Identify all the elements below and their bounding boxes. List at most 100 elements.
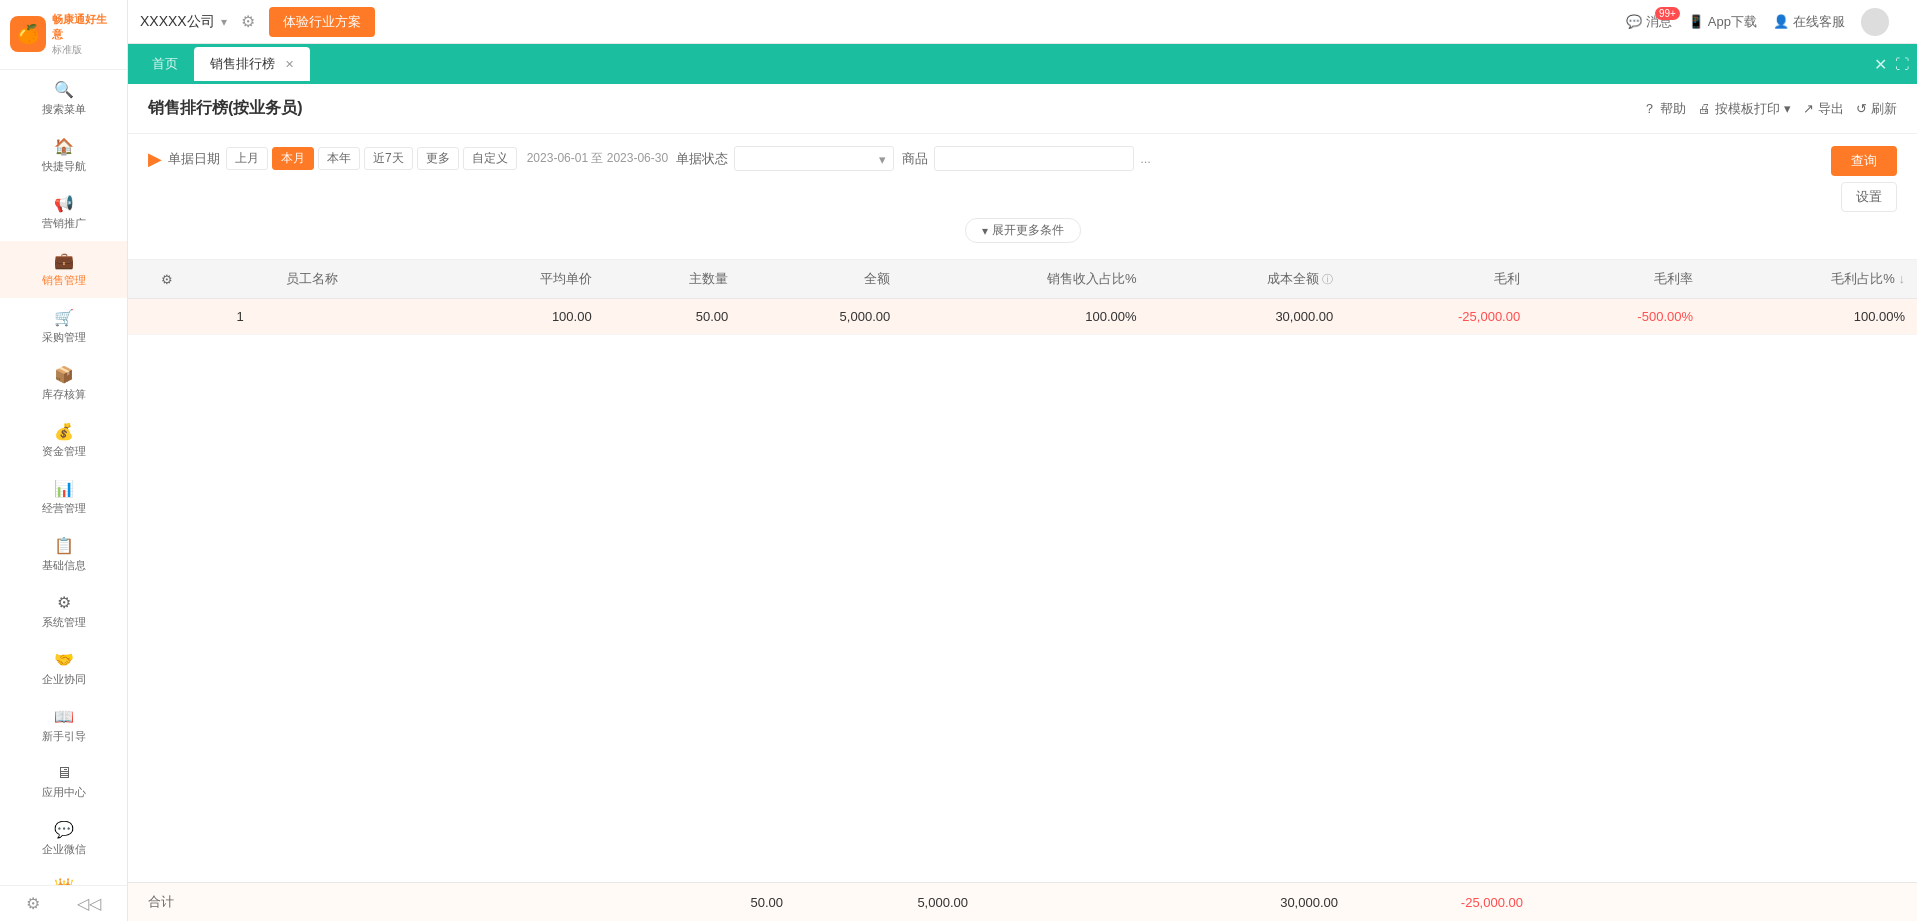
sidebar-item-label: 系统管理 (42, 615, 86, 630)
sidebar-item-企业协同[interactable]: 🤝 企业协同 (0, 640, 127, 697)
sidebar-item-label: 应用中心 (42, 785, 86, 800)
filter-settings-button[interactable]: 设置 (1841, 182, 1897, 212)
date-filter: ▶ 单据日期 上月 本月 本年 近7天 更多 自定义 2023-06-01 至 … (148, 147, 668, 170)
message-icon: 💬 (1626, 14, 1642, 29)
page-header: 销售排行榜(按业务员) ？ 帮助 🖨 按模板打印 ▾ ↗ 导出 (128, 84, 1917, 134)
message-button[interactable]: 💬 消息 99+ (1626, 13, 1672, 31)
footer-cost: 30,000.00 (1165, 895, 1350, 910)
sidebar-item-资金管理[interactable]: 💰 资金管理 (0, 412, 127, 469)
tabbar-close-icon[interactable]: ✕ (1874, 55, 1887, 74)
sidebar-item-快捷导航[interactable]: 🏠 快捷导航 (0, 127, 127, 184)
goods-input[interactable] (934, 146, 1134, 171)
filter-bar: ▶ 单据日期 上月 本月 本年 近7天 更多 自定义 2023-06-01 至 … (128, 134, 1917, 260)
sidebar-icon: 📋 (54, 536, 74, 555)
topbar: XXXXX公司 ▾ ⚙ 体验行业方案 💬 消息 99+ 📱 App下载 👤 在线… (128, 0, 1917, 44)
export-button[interactable]: ↗ 导出 (1803, 100, 1844, 118)
sidebar-item-应用中心[interactable]: 🖥 应用中心 (0, 754, 127, 810)
filter-actions: 查询 设置 (1831, 146, 1897, 212)
tab-close-icon[interactable]: ✕ (285, 58, 294, 71)
goods-filter: 商品 ... (902, 146, 1151, 171)
service-label: 在线客服 (1793, 13, 1845, 31)
date-label: 单据日期 (168, 150, 220, 168)
company-dropdown-icon: ▾ (221, 15, 227, 29)
cell-settings (128, 299, 206, 335)
sidebar-item-label: 搜索菜单 (42, 102, 86, 117)
sidebar-item-销售管理[interactable]: 💼 销售管理 (0, 241, 127, 298)
avatar[interactable] (1861, 8, 1889, 36)
footer-name (240, 895, 425, 910)
sidebar-item-label: 资金管理 (42, 444, 86, 459)
sidebar-item-新手引导[interactable]: 📖 新手引导 (0, 697, 127, 754)
status-select-wrapper (734, 146, 894, 171)
logo-text: 畅康通好生意 (52, 12, 117, 43)
tabbar-right: ✕ ⛶ (1874, 55, 1909, 74)
sidebar-item-库存核算[interactable]: 📦 库存核算 (0, 355, 127, 412)
sidebar-item-基础信息[interactable]: 📋 基础信息 (0, 526, 127, 583)
sidebar-item-系统管理[interactable]: ⚙ 系统管理 (0, 583, 127, 640)
filter-expand-row: ▾ 展开更多条件 (148, 212, 1897, 247)
date-btn-this-month[interactable]: 本月 (272, 147, 314, 170)
sidebar-item-搜索菜单[interactable]: 🔍 搜索菜单 (0, 70, 127, 127)
page-title: 销售排行榜(按业务员) (148, 98, 303, 119)
expand-icon: ▾ (982, 224, 988, 238)
sidebar-item-企业微信[interactable]: 💬 企业微信 (0, 810, 127, 867)
sidebar-icon: 🛒 (54, 308, 74, 327)
footer-label: 合计 (140, 893, 220, 911)
sidebar-item-label: 采购管理 (42, 330, 86, 345)
company-name: XXXXX公司 (140, 13, 215, 31)
date-btn-this-year[interactable]: 本年 (318, 147, 360, 170)
footer-qty: 50.00 (610, 895, 795, 910)
help-button[interactable]: ？ 帮助 (1643, 100, 1686, 118)
refresh-button[interactable]: ↺ 刷新 (1856, 100, 1897, 118)
expand-more-button[interactable]: ▾ 展开更多条件 (965, 218, 1081, 243)
cell-index: 1 (206, 299, 274, 335)
date-buttons: 上月 本月 本年 近7天 更多 自定义 (226, 147, 517, 170)
topbar-settings-icon[interactable]: ⚙ (241, 12, 255, 31)
goods-label: 商品 (902, 150, 928, 168)
status-select[interactable] (734, 146, 894, 171)
query-button[interactable]: 查询 (1831, 146, 1897, 176)
trial-button[interactable]: 体验行业方案 (269, 7, 375, 37)
sidebar-item-label: 销售管理 (42, 273, 86, 288)
ellipsis-icon[interactable]: ... (1140, 151, 1151, 166)
date-range: 2023-06-01 至 2023-06-30 (527, 150, 668, 167)
message-badge: 99+ (1655, 7, 1680, 20)
tabbar-expand-icon[interactable]: ⛶ (1895, 56, 1909, 72)
sidebar-item-经营管理[interactable]: 📊 经营管理 (0, 469, 127, 526)
cell-avg-price: 100.00 (439, 299, 604, 335)
logo-sub: 标准版 (52, 43, 117, 57)
date-btn-more[interactable]: 更多 (417, 147, 459, 170)
sidebar-settings-icon[interactable]: ⚙ (26, 894, 40, 913)
sidebar-icon: 🔍 (54, 80, 74, 99)
sidebar-menu: 🔍 搜索菜单 🏠 快捷导航 📢 营销推广 💼 销售管理 🛒 采购管理 📦 库存核… (0, 70, 127, 885)
col-settings[interactable]: ⚙ (128, 260, 206, 299)
sidebar-item-畅会员[interactable]: 👑 畅会员 (0, 867, 127, 885)
app-download-button[interactable]: 📱 App下载 (1688, 13, 1757, 31)
tab-home[interactable]: 首页 (136, 47, 194, 81)
sidebar-bottom: ⚙ ◁◁ (0, 885, 127, 921)
company-selector[interactable]: XXXXX公司 ▾ (140, 13, 227, 31)
tab-sales-rank[interactable]: 销售排行榜 ✕ (194, 47, 310, 81)
print-button[interactable]: 🖨 按模板打印 ▾ (1698, 100, 1791, 118)
sidebar-icon: 📢 (54, 194, 74, 213)
online-service-button[interactable]: 👤 在线客服 (1773, 13, 1845, 31)
sidebar-collapse-icon[interactable]: ◁◁ (77, 894, 101, 913)
status-label: 单据状态 (676, 150, 728, 168)
print-dropdown-icon: ▾ (1784, 101, 1791, 116)
sidebar-item-营销推广[interactable]: 📢 营销推广 (0, 184, 127, 241)
sidebar-item-label: 企业协同 (42, 672, 86, 687)
date-btn-last-month[interactable]: 上月 (226, 147, 268, 170)
sidebar-item-采购管理[interactable]: 🛒 采购管理 (0, 298, 127, 355)
sidebar-icon: 📊 (54, 479, 74, 498)
filter-arrow-icon[interactable]: ▶ (148, 148, 162, 170)
col-qty: 主数量 (604, 260, 741, 299)
date-btn-custom[interactable]: 自定义 (463, 147, 517, 170)
service-icon: 👤 (1773, 14, 1789, 29)
table-header-row: ⚙ 员工名称 平均单价 主数量 全额 销售收入占比% 成本全额 ⓘ 毛利 毛利率… (128, 260, 1917, 299)
date-btn-7days[interactable]: 近7天 (364, 147, 413, 170)
refresh-icon: ↺ (1856, 101, 1867, 116)
table-footer: 合计 50.00 5,000.00 30,000.00 -25,000.00 (128, 882, 1917, 921)
sidebar-icon: 🏠 (54, 137, 74, 156)
content-area: 销售排行榜(按业务员) ？ 帮助 🖨 按模板打印 ▾ ↗ 导出 (128, 84, 1917, 921)
sidebar-icon: 📖 (54, 707, 74, 726)
